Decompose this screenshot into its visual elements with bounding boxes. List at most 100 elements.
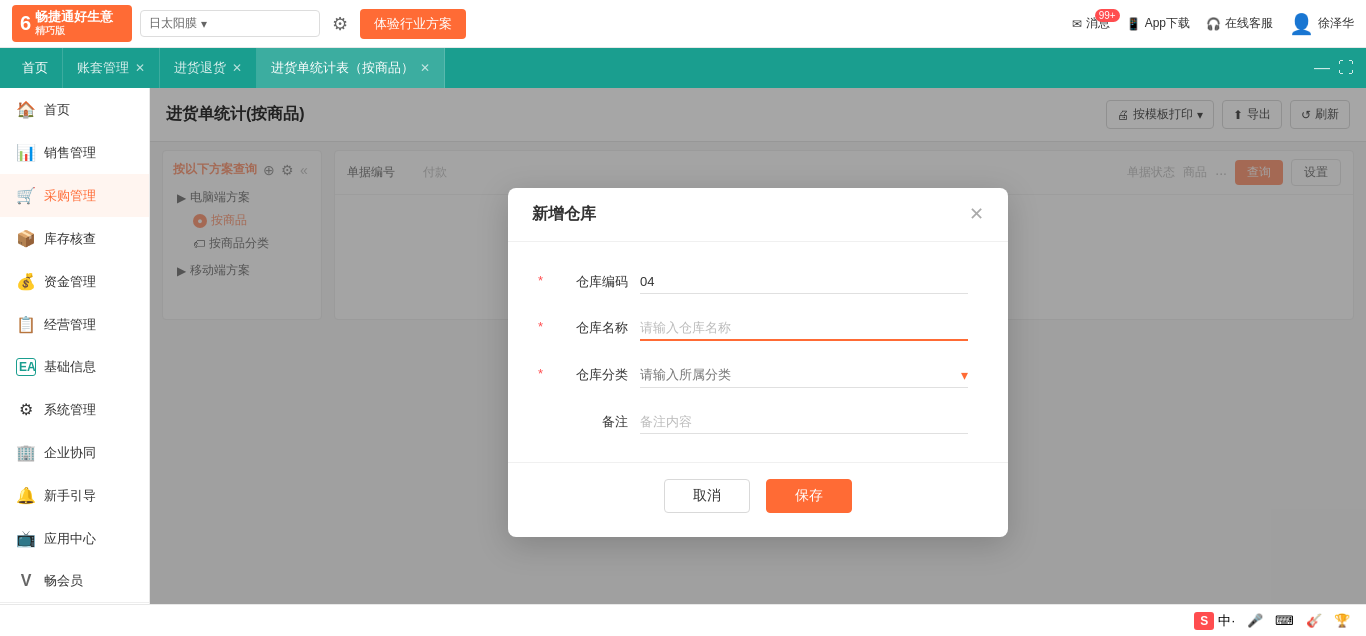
user-menu[interactable]: 👤 徐泽华	[1289, 12, 1354, 36]
system-icon: ⚙	[16, 400, 36, 419]
warehouse-category-input[interactable]	[640, 367, 961, 382]
sales-icon: 📊	[16, 143, 36, 162]
top-right-actions: ✉ 消息 99+ 📱 App下载 🎧 在线客服 👤 徐泽华	[1072, 12, 1354, 36]
user-name: 徐泽华	[1318, 15, 1354, 32]
sidebar-item-finance-label: 资金管理	[44, 273, 96, 291]
sidebar-item-basic-label: 基础信息	[44, 358, 96, 376]
tab-purchase-stats-close-icon[interactable]: ✕	[420, 61, 430, 75]
purchase-icon: 🛒	[16, 186, 36, 205]
service-label: 在线客服	[1225, 15, 1273, 32]
top-bar: 6 畅捷通好生意 精巧版 日太阳膜 ▾ ⚙ 体验行业方案 ✉ 消息 99+ 📱 …	[0, 0, 1366, 48]
logo: 6 畅捷通好生意 精巧版	[12, 5, 132, 43]
tab-purchase-stats[interactable]: 进货单统计表（按商品） ✕	[257, 48, 445, 88]
sidebar-item-enterprise-label: 企业协同	[44, 444, 96, 462]
gear-icon[interactable]: ⚙	[328, 9, 352, 39]
tab-account-close-icon[interactable]: ✕	[135, 61, 145, 75]
select-dropdown-icon: ▾	[961, 367, 968, 383]
cancel-button[interactable]: 取消	[664, 479, 750, 513]
remark-input[interactable]	[640, 410, 968, 434]
tab-account-label: 账套管理	[77, 59, 129, 77]
app-center-icon: 📺	[16, 529, 36, 548]
modal-footer: 取消 保存	[508, 462, 1008, 537]
modal-header: 新增仓库 ✕	[508, 188, 1008, 242]
logo-text-main: 畅捷通好生意	[35, 9, 113, 25]
service-button[interactable]: 🎧 在线客服	[1206, 15, 1273, 32]
tabs-right-controls: — ⛶	[1314, 59, 1358, 77]
app-label: App下载	[1145, 15, 1190, 32]
warehouse-category-row: 仓库分类 ▾	[548, 363, 968, 388]
warehouse-code-label: 仓库编码	[548, 273, 628, 291]
modal-body: 仓库编码 仓库名称 仓库分类 ▾	[508, 242, 1008, 454]
tab-return[interactable]: 进货退货 ✕	[160, 48, 257, 88]
tab-home-label: 首页	[22, 59, 48, 77]
sidebar-item-basic[interactable]: EA 基础信息	[0, 346, 149, 388]
tab-return-close-icon[interactable]: ✕	[232, 61, 242, 75]
sidebar-item-enterprise[interactable]: 🏢 企业协同	[0, 431, 149, 474]
modal-overlay: 新增仓库 ✕ 仓库编码 仓库名称 仓库分类	[150, 88, 1366, 636]
sidebar-item-guide-label: 新手引导	[44, 487, 96, 505]
sidebar-item-sales-label: 销售管理	[44, 144, 96, 162]
sidebar-item-finance[interactable]: 💰 资金管理	[0, 260, 149, 303]
warehouse-name-input[interactable]	[640, 316, 968, 341]
home-icon: 🏠	[16, 100, 36, 119]
warehouse-code-input[interactable]	[640, 270, 968, 294]
modal-title: 新增仓库	[532, 204, 596, 225]
tab-account[interactable]: 账套管理 ✕	[63, 48, 160, 88]
sidebar-item-operations[interactable]: 📋 经营管理	[0, 303, 149, 346]
enterprise-icon: 🏢	[16, 443, 36, 462]
app-download-button[interactable]: 📱 App下载	[1126, 15, 1190, 32]
microphone-icon[interactable]: 🎤	[1247, 613, 1263, 628]
sidebar-item-inventory-label: 库存核查	[44, 230, 96, 248]
content-area: 进货单统计(按商品) 🖨 按模板打印 ▾ ⬆ 导出 ↺ 刷新	[150, 88, 1366, 636]
dropdown-arrow-icon: ▾	[201, 17, 207, 31]
sidebar-item-system[interactable]: ⚙ 系统管理	[0, 388, 149, 431]
save-button[interactable]: 保存	[766, 479, 852, 513]
logo-text: 畅捷通好生意 精巧版	[35, 9, 113, 39]
sidebar-item-vip-label: 畅会员	[44, 572, 83, 590]
keyboard-icon[interactable]: ⌨	[1275, 613, 1294, 628]
trial-button[interactable]: 体验行业方案	[360, 9, 466, 39]
brand-text: 中·	[1218, 612, 1235, 630]
sidebar-item-purchase[interactable]: 🛒 采购管理	[0, 174, 149, 217]
tab-purchase-stats-label: 进货单统计表（按商品）	[271, 59, 414, 77]
sidebar-item-home[interactable]: 🏠 首页	[0, 88, 149, 131]
message-icon: ✉	[1072, 17, 1082, 31]
warehouse-code-row: 仓库编码	[548, 270, 968, 294]
modal-close-icon[interactable]: ✕	[969, 205, 984, 223]
new-warehouse-modal: 新增仓库 ✕ 仓库编码 仓库名称 仓库分类	[508, 188, 1008, 537]
sidebar-item-purchase-label: 采购管理	[44, 187, 96, 205]
sidebar-item-app-center-label: 应用中心	[44, 530, 96, 548]
message-badge: 99+	[1095, 9, 1120, 22]
tab-return-label: 进货退货	[174, 59, 226, 77]
inventory-icon: 📦	[16, 229, 36, 248]
brand-logo: S 中·	[1194, 612, 1235, 630]
sidebar-item-sales[interactable]: 📊 销售管理	[0, 131, 149, 174]
sidebar-item-guide[interactable]: 🔔 新手引导	[0, 474, 149, 517]
warehouse-category-label: 仓库分类	[548, 366, 628, 384]
guide-icon: 🔔	[16, 486, 36, 505]
sidebar-item-app-center[interactable]: 📺 应用中心	[0, 517, 149, 560]
window-expand-icon[interactable]: ⛶	[1338, 59, 1354, 77]
nav-tabs: 首页 账套管理 ✕ 进货退货 ✕ 进货单统计表（按商品） ✕ — ⛶	[0, 48, 1366, 88]
sidebar-item-vip[interactable]: V 畅会员	[0, 560, 149, 602]
vip-icon: V	[16, 572, 36, 590]
search-bar[interactable]: 日太阳膜 ▾	[140, 10, 320, 37]
trophy-icon: 🏆	[1334, 613, 1350, 628]
search-text: 日太阳膜	[149, 15, 197, 32]
sidebar-item-system-label: 系统管理	[44, 401, 96, 419]
warehouse-name-label: 仓库名称	[548, 319, 628, 337]
logo-icon: 6	[20, 12, 31, 35]
warehouse-name-row: 仓库名称	[548, 316, 968, 341]
guitar-icon: 🎸	[1306, 613, 1322, 628]
basic-icon: EA	[16, 358, 36, 376]
mobile-icon: 📱	[1126, 17, 1141, 31]
finance-icon: 💰	[16, 272, 36, 291]
warehouse-category-select[interactable]: ▾	[640, 363, 968, 388]
sidebar: 🏠 首页 📊 销售管理 🛒 采购管理 📦 库存核查 💰 资金管理 📋 经营管理 …	[0, 88, 150, 636]
tab-home[interactable]: 首页	[8, 48, 63, 88]
sidebar-item-inventory[interactable]: 📦 库存核查	[0, 217, 149, 260]
window-minimize-icon[interactable]: —	[1314, 59, 1330, 77]
sidebar-item-home-label: 首页	[44, 101, 70, 119]
headphone-icon: 🎧	[1206, 17, 1221, 31]
messages-button[interactable]: ✉ 消息 99+	[1072, 15, 1110, 32]
